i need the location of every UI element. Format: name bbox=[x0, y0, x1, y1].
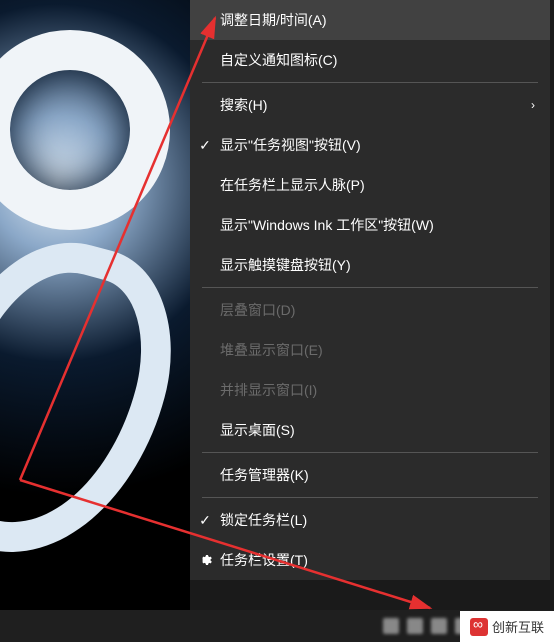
watermark: 创新互联 bbox=[460, 611, 554, 642]
menu-item-label: 调整日期/时间(A) bbox=[220, 10, 327, 30]
menu-item-label: 显示触摸键盘按钮(Y) bbox=[220, 255, 351, 275]
menu-taskbar-settings[interactable]: 任务栏设置(T) bbox=[190, 540, 550, 580]
menu-item-label: 显示"Windows Ink 工作区"按钮(W) bbox=[220, 215, 434, 235]
menu-item-label: 在任务栏上显示人脉(P) bbox=[220, 175, 365, 195]
menu-separator bbox=[202, 452, 538, 453]
menu-task-manager[interactable]: 任务管理器(K) bbox=[190, 455, 550, 495]
tray-icon[interactable] bbox=[431, 618, 447, 634]
menu-show-desktop[interactable]: 显示桌面(S) bbox=[190, 410, 550, 450]
tray-icon[interactable] bbox=[407, 618, 423, 634]
menu-sidebyside-windows: 并排显示窗口(I) bbox=[190, 370, 550, 410]
menu-item-label: 层叠窗口(D) bbox=[220, 300, 295, 320]
menu-show-windows-ink[interactable]: 显示"Windows Ink 工作区"按钮(W) bbox=[190, 205, 550, 245]
menu-show-touch-keyboard[interactable]: 显示触摸键盘按钮(Y) bbox=[190, 245, 550, 285]
tray-icon[interactable] bbox=[383, 618, 399, 634]
menu-item-label: 锁定任务栏(L) bbox=[220, 510, 307, 530]
menu-separator bbox=[202, 82, 538, 83]
menu-item-label: 显示桌面(S) bbox=[220, 420, 295, 440]
menu-show-taskview[interactable]: ✓ 显示"任务视图"按钮(V) bbox=[190, 125, 550, 165]
menu-search[interactable]: 搜索(H) › bbox=[190, 85, 550, 125]
menu-stack-windows: 堆叠显示窗口(E) bbox=[190, 330, 550, 370]
menu-separator bbox=[202, 287, 538, 288]
watermark-text: 创新互联 bbox=[492, 617, 544, 636]
menu-adjust-datetime[interactable]: 调整日期/时间(A) bbox=[190, 0, 550, 40]
menu-lock-taskbar[interactable]: ✓ 锁定任务栏(L) bbox=[190, 500, 550, 540]
chevron-right-icon: › bbox=[531, 98, 535, 112]
watermark-logo-icon bbox=[470, 618, 488, 636]
menu-item-label: 搜索(H) bbox=[220, 95, 267, 115]
menu-item-label: 显示"任务视图"按钮(V) bbox=[220, 135, 361, 155]
menu-item-label: 并排显示窗口(I) bbox=[220, 380, 317, 400]
menu-item-label: 堆叠显示窗口(E) bbox=[220, 340, 323, 360]
menu-item-label: 任务栏设置(T) bbox=[220, 550, 308, 570]
menu-item-label: 任务管理器(K) bbox=[220, 465, 309, 485]
taskbar-context-menu: 调整日期/时间(A) 自定义通知图标(C) 搜索(H) › ✓ 显示"任务视图"… bbox=[190, 0, 550, 580]
check-icon: ✓ bbox=[195, 137, 215, 154]
menu-show-people[interactable]: 在任务栏上显示人脉(P) bbox=[190, 165, 550, 205]
menu-cascade-windows: 层叠窗口(D) bbox=[190, 290, 550, 330]
menu-separator bbox=[202, 497, 538, 498]
gear-icon bbox=[195, 552, 215, 568]
menu-item-label: 自定义通知图标(C) bbox=[220, 50, 337, 70]
check-icon: ✓ bbox=[195, 512, 215, 529]
desktop-wallpaper bbox=[0, 0, 190, 610]
menu-customize-notification[interactable]: 自定义通知图标(C) bbox=[190, 40, 550, 80]
